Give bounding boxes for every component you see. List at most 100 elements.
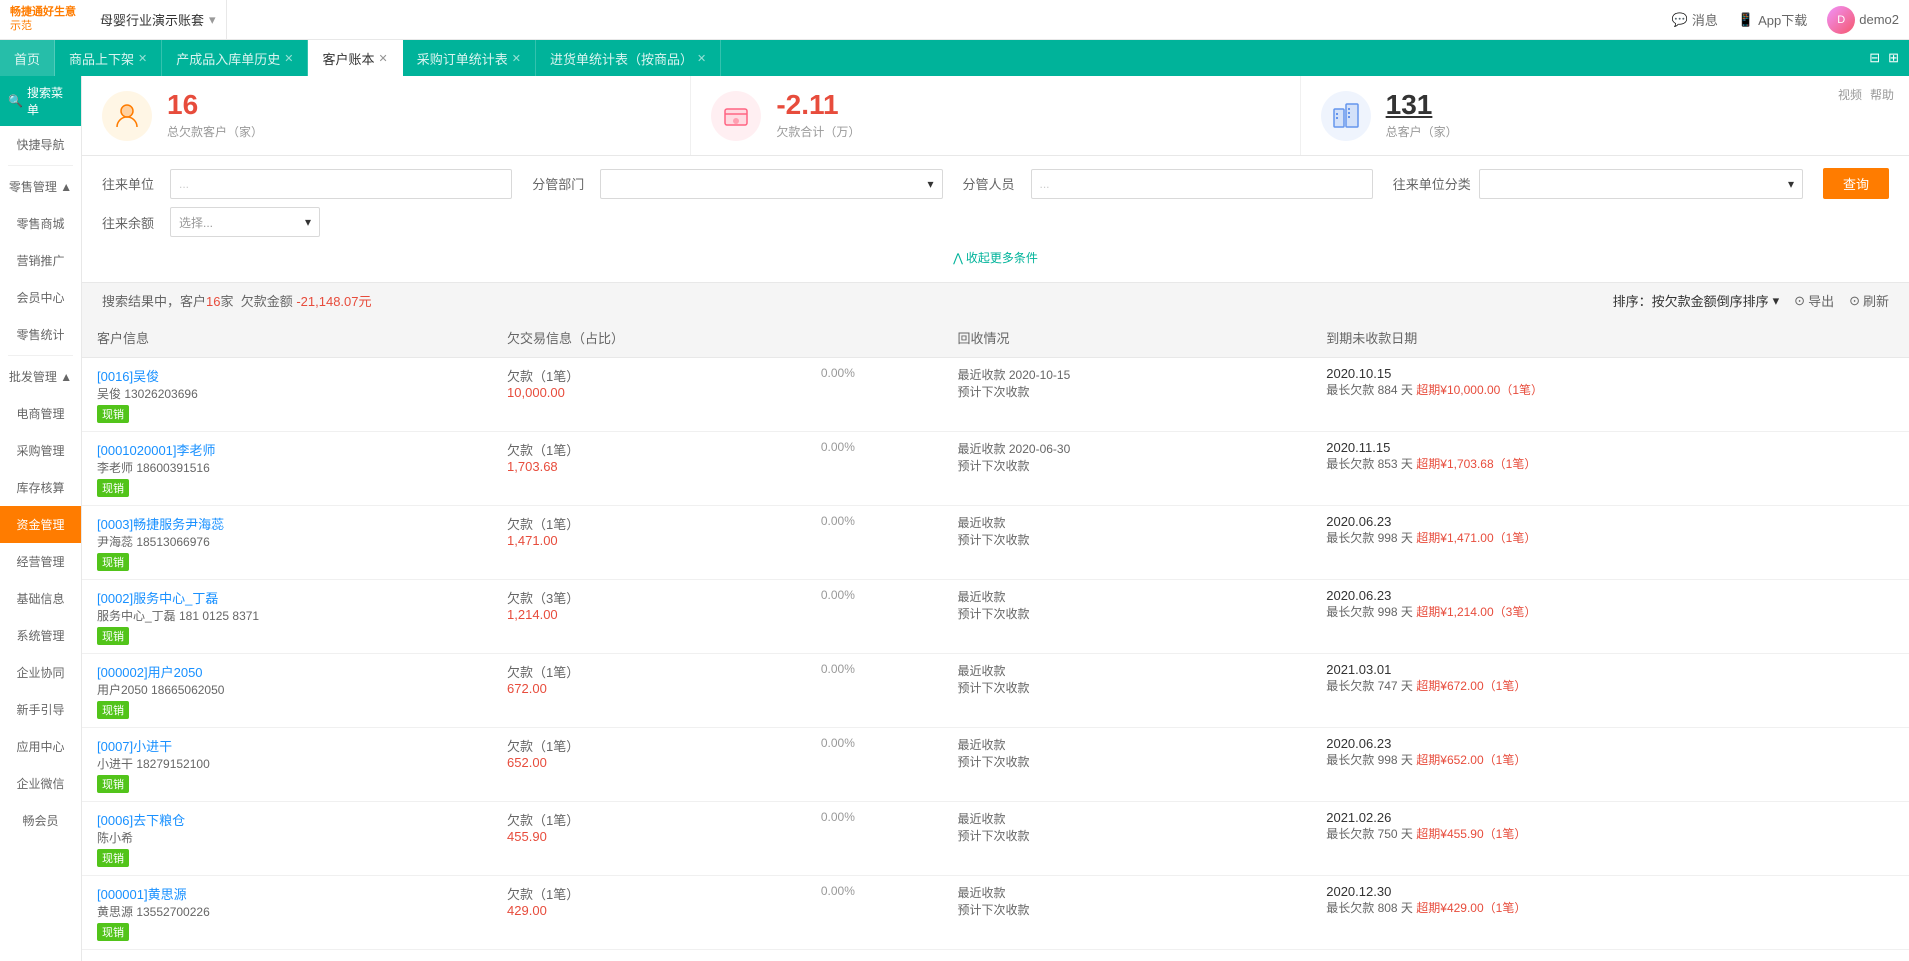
refresh-btn[interactable]: ⊙ 刷新: [1849, 291, 1889, 310]
debt-amount[interactable]: 455.90: [507, 829, 791, 844]
cell-customer-info: [0006]去下粮仓 陈小希 现销: [82, 802, 492, 876]
user-menu[interactable]: D demo2: [1827, 6, 1899, 34]
cell-debt-info: 欠款（1笔） 10,000.00: [492, 358, 806, 432]
debt-amount[interactable]: 1,703.68: [507, 459, 791, 474]
sidebar-item-app-center[interactable]: 应用中心: [0, 728, 81, 765]
search-button[interactable]: 查询: [1823, 168, 1889, 199]
next-collection: 预计下次收款: [958, 827, 1233, 844]
sidebar-item-basic-info[interactable]: 基础信息: [0, 580, 81, 617]
customer-name-link[interactable]: [0006]去下粮仓: [97, 810, 477, 829]
sidebar-item-retail-mall[interactable]: 零售商城: [0, 205, 81, 242]
stat-info-2: -2.11 欠款合计（万）: [776, 91, 860, 140]
overdue-amount[interactable]: 超期¥455.90（1笔）: [1416, 827, 1526, 841]
customer-name-link[interactable]: [0001020001]李老师: [97, 440, 477, 459]
overdue-amount[interactable]: 超期¥672.00（1笔）: [1416, 679, 1526, 693]
overdue-amount[interactable]: 超期¥429.00（1笔）: [1416, 901, 1526, 915]
close-icon[interactable]: ✕: [138, 52, 147, 65]
max-debt-days: 最长欠款 747 天: [1326, 679, 1416, 693]
sidebar-item-quick-nav[interactable]: 快捷导航: [0, 126, 81, 163]
collapse-btn[interactable]: ⋀ 收起更多条件: [953, 249, 1038, 266]
app-download-btn[interactable]: 📱 App下载: [1738, 10, 1807, 29]
overdue-amount[interactable]: 超期¥1,703.68（1笔）: [1416, 457, 1536, 471]
sidebar-item-enterprise-wechat[interactable]: 企业微信: [0, 765, 81, 802]
export-btn[interactable]: ⊙ 导出: [1794, 291, 1834, 310]
overdue-amount[interactable]: 超期¥1,471.00（1笔）: [1416, 531, 1536, 545]
tab-customer-account[interactable]: 客户账本 ✕: [308, 40, 402, 76]
sort-select[interactable]: 排序：按欠款金额倒序排序 ▾: [1613, 291, 1780, 310]
debt-amount[interactable]: 429.00: [507, 903, 791, 918]
overdue-amount[interactable]: 超期¥1,214.00（3笔）: [1416, 605, 1536, 619]
stat-actions: 视频 帮助: [1838, 86, 1894, 103]
customer-tag: 现销: [97, 479, 129, 497]
overdue-amount[interactable]: 超期¥652.00（1笔）: [1416, 753, 1526, 767]
search-menu-btn[interactable]: 🔍 搜索菜单: [0, 76, 81, 126]
debt-percent: 0.00%: [821, 810, 928, 824]
debt-amount[interactable]: 652.00: [507, 755, 791, 770]
person-input[interactable]: ...: [1031, 169, 1373, 199]
sidebar-item-finance[interactable]: 资金管理: [0, 506, 81, 543]
window-minimize-icon[interactable]: ⊟: [1869, 50, 1880, 66]
customer-name-link[interactable]: [0003]畅捷服务尹海蕊: [97, 514, 477, 533]
sidebar-item-retail-management[interactable]: 零售管理 ▲: [0, 168, 81, 205]
window-maximize-icon[interactable]: ⊞: [1888, 50, 1899, 66]
help-btn[interactable]: 帮助: [1870, 86, 1894, 103]
max-debt-days: 最长欠款 998 天: [1326, 753, 1416, 767]
video-btn[interactable]: 视频: [1838, 86, 1862, 103]
tab-bar: 首页 商品上下架 ✕ 产成品入库单历史 ✕ 客户账本 ✕ 采购订单统计表 ✕ 进…: [0, 40, 1909, 76]
customer-tag: 现销: [97, 775, 129, 793]
tab-products-onoff[interactable]: 商品上下架 ✕: [55, 40, 162, 76]
vendor-input[interactable]: ...: [170, 169, 512, 199]
cell-collection-last: 最近收款 预计下次收款: [943, 802, 1248, 876]
results-bar: 搜索结果中，客户16家 欠款金额 -21,148.07元 排序：按欠款金额倒序排…: [82, 283, 1909, 318]
customer-name-link[interactable]: [0016]吴俊: [97, 366, 477, 385]
sidebar-item-operations[interactable]: 经营管理: [0, 543, 81, 580]
customer-name-link[interactable]: [000001]黄思源: [97, 884, 477, 903]
customer-name-link[interactable]: [000002]用户2050: [97, 662, 477, 681]
th-collection-detail: [1247, 318, 1311, 358]
cell-customer-info: [000002]用户2050 用户2050 18665062050 现销: [82, 654, 492, 728]
sidebar-item-system[interactable]: 系统管理: [0, 617, 81, 654]
close-icon[interactable]: ✕: [697, 52, 706, 65]
customer-phone: 黄思源 13552700226: [97, 903, 477, 920]
stat-info-3: 131 总客户（家）: [1386, 91, 1458, 140]
cell-due-date: 2020.12.30 最长欠款 808 天 超期¥429.00（1笔）: [1311, 876, 1909, 950]
tab-purchase-stats[interactable]: 采购订单统计表 ✕: [403, 40, 536, 76]
sidebar-item-newbie[interactable]: 新手引导: [0, 691, 81, 728]
sidebar-item-inventory[interactable]: 库存核算: [0, 469, 81, 506]
sidebar-item-retail-stats[interactable]: 零售统计: [0, 316, 81, 353]
sidebar-item-chang-member[interactable]: 畅会员: [0, 802, 81, 839]
customer-tag: 现销: [97, 701, 129, 719]
sidebar-item-marketing[interactable]: 营销推广: [0, 242, 81, 279]
max-debt-days: 最长欠款 884 天: [1326, 383, 1416, 397]
cell-debt-percent: 0.00%: [806, 506, 943, 580]
sidebar-item-enterprise[interactable]: 企业协同: [0, 654, 81, 691]
dept-select[interactable]: ▾: [600, 169, 942, 199]
debt-amount[interactable]: 10,000.00: [507, 385, 791, 400]
debt-amount[interactable]: 672.00: [507, 681, 791, 696]
close-icon[interactable]: ✕: [379, 52, 388, 65]
next-collection: 预计下次收款: [958, 679, 1233, 696]
last-collection: 最近收款 2020-10-15: [958, 366, 1233, 383]
sidebar-item-wholesale-management[interactable]: 批发管理 ▲: [0, 358, 81, 395]
customer-name-link[interactable]: [0002]服务中心_丁磊: [97, 588, 477, 607]
tab-home[interactable]: 首页: [0, 40, 55, 76]
sidebar-item-purchase-management[interactable]: 采购管理: [0, 432, 81, 469]
close-icon[interactable]: ✕: [512, 52, 521, 65]
cell-debt-percent: 0.00%: [806, 358, 943, 432]
category-select[interactable]: ▾: [1479, 169, 1803, 199]
debt-amount[interactable]: 1,471.00: [507, 533, 791, 548]
tab-purchase-goods-stats[interactable]: 进货单统计表（按商品） ✕: [536, 40, 721, 76]
sidebar-divider: [8, 165, 73, 166]
close-icon[interactable]: ✕: [284, 52, 293, 65]
top-header: 畅捷通好生意 示范 母婴行业演示账套 ▾ 💬 消息 📱 App下载 D demo…: [0, 0, 1909, 40]
store-selector[interactable]: 母婴行业演示账套 ▾: [90, 0, 227, 39]
message-btn[interactable]: 💬 消息: [1672, 10, 1718, 29]
sidebar-item-ecommerce[interactable]: 电商管理: [0, 395, 81, 432]
balance-select[interactable]: 选择... ▾: [170, 207, 320, 237]
cell-due-date: 2020.06.23 最长欠款 998 天 超期¥1,471.00（1笔）: [1311, 506, 1909, 580]
debt-amount[interactable]: 1,214.00: [507, 607, 791, 622]
tab-production-history[interactable]: 产成品入库单历史 ✕: [162, 40, 308, 76]
customer-name-link[interactable]: [0007]小进干: [97, 736, 477, 755]
overdue-amount[interactable]: 超期¥10,000.00（1笔）: [1416, 383, 1543, 397]
sidebar-item-member-center[interactable]: 会员中心: [0, 279, 81, 316]
